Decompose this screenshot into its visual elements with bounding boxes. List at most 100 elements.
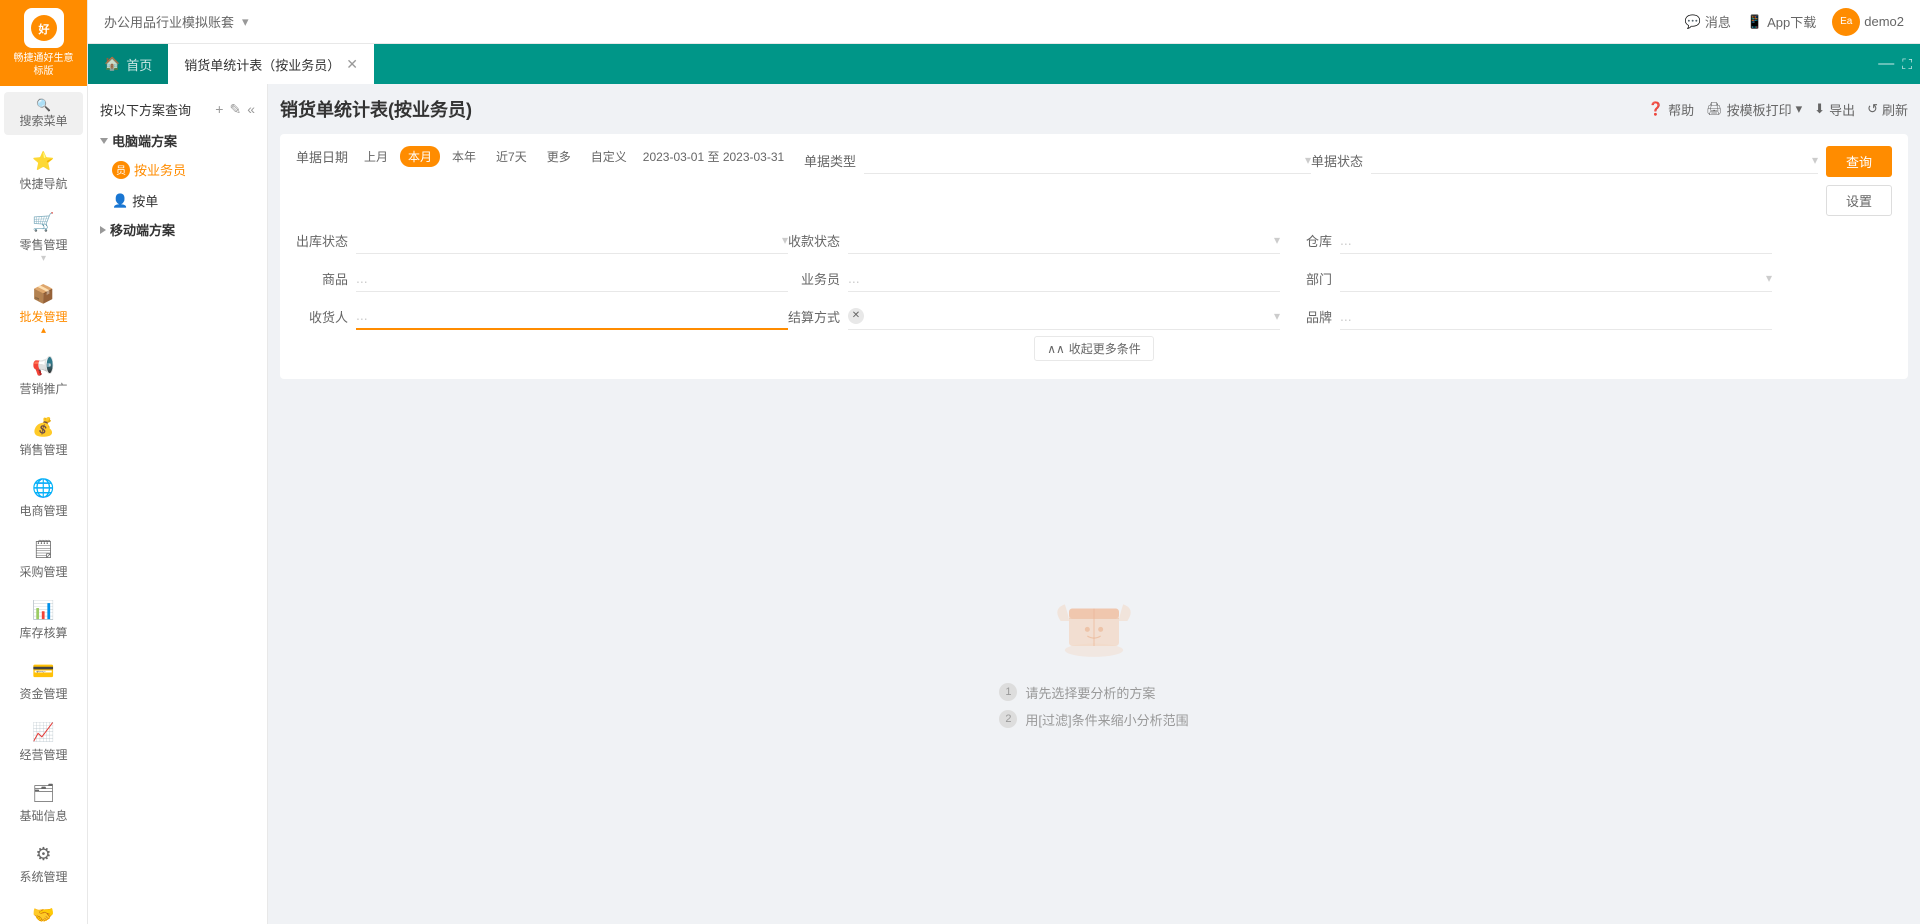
help-button[interactable]: ❓ 帮助 [1648,100,1694,119]
message-icon: 💬 [1685,14,1701,30]
sidebar-label-ecommerce: 电商管理 [19,502,67,519]
date-tab-last-month[interactable]: 上月 [356,146,396,167]
tabs-bar: 🏠 首页 销货单统计表（按业务员） ✕ — ⛶ [88,44,1920,84]
tab-home-label: 首页 [126,55,152,74]
empty-state: 1 请先选择要分析的方案 2 用[过滤]条件来缩小分析范围 [280,387,1908,912]
out-status-arrow-icon: ▾ [782,233,788,247]
purchase-icon: 🗒 [32,539,55,560]
doc-type-input[interactable]: ▾ [864,146,1311,174]
sidebar-item-search[interactable]: 🔍 搜索菜单 [4,92,83,135]
department-arrow-icon: ▾ [1766,271,1772,285]
brand-label: 品牌 [1280,307,1340,326]
tree-item-salesperson-label: 按业务员 [134,160,186,179]
date-tab-this-month[interactable]: 本月 [400,146,440,167]
tree-item-by-order[interactable]: 👤 按单 [88,185,267,216]
settlement-arrow-icon: ▾ [1274,309,1280,323]
out-status-input[interactable]: ▾ [356,226,788,254]
refresh-label: 刷新 [1882,100,1908,119]
quick-nav-icon: ⭐ [32,151,54,172]
top-header-left: 办公用品行业模拟账套 ▾ [104,12,249,31]
app-download-button[interactable]: 📱 App下载 [1747,12,1816,31]
tree-group-mobile[interactable]: 移动端方案 [88,216,267,243]
warehouse-input[interactable]: ... [1340,226,1772,254]
tree-group-desktop[interactable]: 电脑端方案 [88,127,267,154]
message-button[interactable]: 💬 消息 [1685,12,1731,31]
sidebar-item-retail[interactable]: 🛒 零售管理 ▾ [0,202,87,274]
salesperson-circle-icon: 员 [112,161,130,179]
inventory-icon: 📊 [32,600,54,621]
user-menu[interactable]: Ea demo2 [1832,8,1904,36]
salesperson-dots[interactable]: ... [848,270,860,286]
setting-button[interactable]: 设置 [1826,185,1892,216]
tab-close-button[interactable]: ✕ [346,56,358,73]
logo-icon: 好 [24,8,64,48]
sidebar-item-ecommerce[interactable]: 🌐 电商管理 [0,468,87,529]
date-tab-7days[interactable]: 近7天 [488,146,535,167]
recipient-input[interactable]: ... [356,302,788,330]
sidebar-item-base-info[interactable]: 🗂 基础信息 [0,773,87,834]
avatar: Ea [1832,8,1860,36]
settlement-clear-button[interactable]: ✕ [848,308,864,324]
recipient-label: 收货人 [296,307,356,326]
sidebar-item-enterprise[interactable]: 🤝 企业协同 [0,895,87,924]
collapse-panel-button[interactable]: « [247,101,255,118]
salesperson-input[interactable]: ... [848,264,1280,292]
sidebar-item-inventory[interactable]: 📊 库存核算 [0,590,87,651]
department-input[interactable]: ▾ [1340,264,1772,292]
collect-status-arrow-icon: ▾ [1274,233,1280,247]
svg-text:好: 好 [37,22,49,36]
tab-minimize-button[interactable]: — [1878,55,1894,73]
right-panel: 销货单统计表(按业务员) ❓ 帮助 🖨 按模板打印 ▾ ⬇ 导出 [268,84,1920,924]
refresh-button[interactable]: ↺ 刷新 [1867,100,1908,119]
add-scheme-button[interactable]: + [215,101,223,118]
sidebar-item-operations[interactable]: 📈 经营管理 [0,712,87,773]
sidebar-item-finance[interactable]: 💳 资金管理 [0,651,87,712]
recipient-dots[interactable]: ... [356,307,368,323]
top-header: 办公用品行业模拟账套 ▾ 💬 消息 📱 App下载 Ea demo2 [88,0,1920,44]
tab-sales-stat[interactable]: 销货单统计表（按业务员） ✕ [168,44,374,84]
collect-status-input[interactable]: ▾ [848,226,1280,254]
sidebar-label-operations: 经营管理 [19,746,67,763]
content-area: 按以下方案查询 + ✎ « 电脑端方案 员 按业务员 👤 按单 [88,84,1920,924]
sidebar-item-purchase[interactable]: 🗒 采购管理 [0,529,87,590]
settlement-input[interactable]: ✕ ▾ [848,302,1280,330]
date-tab-custom[interactable]: 自定义 [583,146,635,167]
page-header: 销货单统计表(按业务员) ❓ 帮助 🖨 按模板打印 ▾ ⬇ 导出 [280,96,1908,122]
goods-input[interactable]: ... [356,264,788,292]
app-logo[interactable]: 好 畅捷通好生意 标版 [0,0,87,86]
tab-home[interactable]: 🏠 首页 [88,44,168,84]
doc-status-input[interactable]: ▾ [1371,146,1818,174]
left-panel-header: 按以下方案查询 + ✎ « [88,92,267,127]
goods-dots[interactable]: ... [356,270,368,286]
doc-type-arrow-icon: ▾ [1305,153,1311,167]
sidebar-item-marketing[interactable]: 📢 营销推广 [0,346,87,407]
help-icon: ❓ [1648,101,1664,117]
tab-maximize-button[interactable]: ⛶ [1902,56,1912,73]
warehouse-dots[interactable]: ... [1340,232,1352,248]
export-label: 导出 [1829,100,1855,119]
edit-scheme-button[interactable]: ✎ [229,101,241,118]
refresh-icon: ↺ [1867,101,1878,117]
sidebar-item-quick-nav[interactable]: ⭐ 快捷导航 [0,141,87,202]
sidebar-label-system: 系统管理 [19,868,67,885]
tree-item-by-salesperson[interactable]: 员 按业务员 [88,154,267,185]
template-print-label: 按模板打印 [1727,100,1792,119]
date-tab-this-year[interactable]: 本年 [444,146,484,167]
brand-input[interactable]: ... [1340,302,1772,330]
date-tab-more[interactable]: 更多 [539,146,579,167]
template-print-button[interactable]: 🖨 按模板打印 ▾ [1706,100,1802,119]
collapse-button[interactable]: ∧∧ 收起更多条件 [1034,336,1154,361]
brand-dots[interactable]: ... [1340,308,1352,324]
left-panel-actions: + ✎ « [215,101,255,118]
enterprise-icon: 🤝 [32,905,54,924]
sidebar-item-system[interactable]: ⚙ 系统管理 [0,834,87,895]
query-button[interactable]: 查询 [1826,146,1892,177]
export-button[interactable]: ⬇ 导出 [1814,100,1855,119]
nav-dropdown-icon[interactable]: ▾ [242,14,249,30]
sidebar-item-sales[interactable]: 💰 销售管理 [0,407,87,468]
warehouse-label: 仓库 [1280,231,1340,250]
empty-tip-2-text: 用[过滤]条件来缩小分析范围 [1025,710,1188,729]
sidebar-item-wholesale[interactable]: 📦 批发管理 ▴ [0,274,87,346]
sidebar-label-quick-nav: 快捷导航 [19,175,67,192]
doc-type-label: 单据类型 [804,151,864,170]
